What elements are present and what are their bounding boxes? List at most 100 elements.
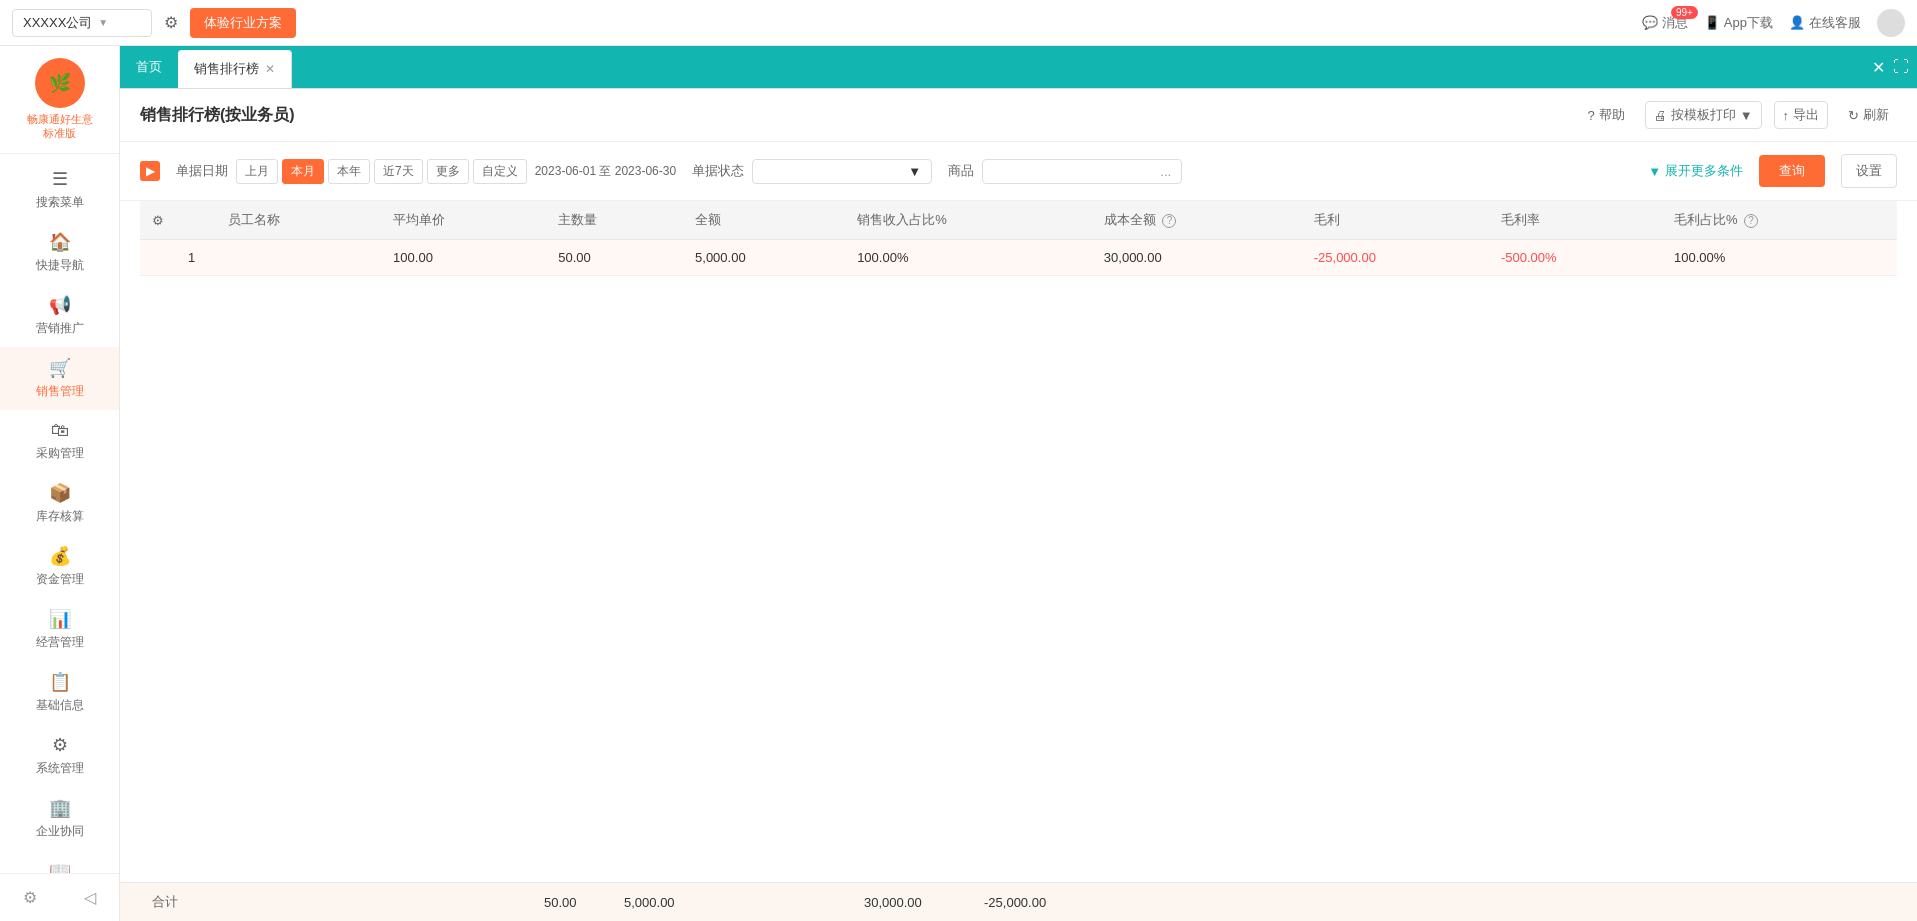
sidebar-item-beginner-guide[interactable]: 📖 新手引导 [0, 850, 119, 873]
sales-mgmt-icon: 🛒 [49, 357, 71, 379]
sidebar-item-inventory[interactable]: 📦 库存核算 [0, 472, 119, 535]
sidebar-label-purchase-mgmt: 采购管理 [36, 445, 84, 462]
date-btn-custom[interactable]: 自定义 [473, 159, 527, 184]
sidebar-item-sys-mgmt[interactable]: ⚙ 系统管理 [0, 724, 119, 787]
online-service-label: 在线客服 [1809, 14, 1861, 32]
settings-icon[interactable]: ⚙ [160, 9, 182, 36]
goods-filter: 商品 ... [948, 159, 1182, 184]
cell-avg-price: 100.00 [381, 240, 546, 276]
sales-rank-table: ⚙ 员工名称 平均单价 主数量 全额 销售收入占比% 成本全额 ? [140, 201, 1897, 276]
sidebar-nav: ☰ 搜索菜单 🏠 快捷导航 📢 营销推广 🛒 销售管理 🛍 采购管理 [0, 154, 119, 873]
print-template-button[interactable]: 🖨 按模板打印 ▼ [1645, 101, 1762, 129]
settings-bottom-icon[interactable]: ⚙ [17, 882, 43, 913]
beginner-guide-icon: 📖 [49, 860, 71, 873]
top-bar: XXXXX公司 ▼ ⚙ 体验行业方案 💬 消息 99+ 📱 App下载 👤 在线… [0, 0, 1917, 46]
th-cost-amount: 成本全额 ? [1092, 201, 1302, 240]
sidebar-item-purchase-mgmt[interactable]: 🛍 采购管理 [0, 410, 119, 472]
date-btn-7days[interactable]: 近7天 [374, 159, 423, 184]
table-footer: 合计 50.00 5,000.00 30,000.00 -25,000.00 [120, 882, 1917, 921]
sidebar-label-sales-mgmt: 销售管理 [36, 383, 84, 400]
expand-toggle-button[interactable]: ▶ [140, 161, 160, 181]
sidebar-label-marketing: 营销推广 [36, 320, 84, 337]
tab-close-icon[interactable]: ✕ [265, 62, 275, 76]
th-emp-name: 员工名称 [216, 201, 381, 240]
trial-button[interactable]: 体验行业方案 [190, 8, 296, 38]
avatar[interactable] [1877, 9, 1905, 37]
filter-bar: ▶ 单据日期 上月 本月 本年 近7天 更多 自定义 [120, 142, 1917, 201]
gross-pct-info-icon[interactable]: ? [1744, 214, 1758, 228]
sidebar: 🌿 畅康通好生意标准版 ☰ 搜索菜单 🏠 快捷导航 📢 营销推广 🛒 [0, 46, 120, 921]
sidebar-item-search-order[interactable]: ☰ 搜索菜单 [0, 158, 119, 221]
tab-close-all-icon[interactable]: ✕ [1872, 58, 1885, 77]
status-label: 单据状态 [692, 162, 744, 180]
tab-bar-right: ✕ ⛶ [1872, 58, 1917, 77]
date-btn-prev-month[interactable]: 上月 [236, 159, 278, 184]
cost-amount-info-icon[interactable]: ? [1162, 214, 1176, 228]
help-button[interactable]: ? 帮助 [1579, 102, 1632, 128]
basic-info-icon: 📋 [49, 671, 71, 693]
collapse-sidebar-icon[interactable]: ◁ [78, 882, 102, 913]
company-name: XXXXX公司 [23, 14, 92, 32]
th-settings: ⚙ [140, 201, 176, 240]
sidebar-item-marketing[interactable]: 📢 营销推广 [0, 284, 119, 347]
table-body: 1 100.00 50.00 5,000.00 100.00% 30,000.0… [140, 240, 1897, 276]
sidebar-item-finance[interactable]: 💰 资金管理 [0, 535, 119, 598]
cell-cost-amount: 30,000.00 [1092, 240, 1302, 276]
sidebar-label-ops-mgmt: 经营管理 [36, 634, 84, 651]
status-select[interactable]: ▼ [752, 159, 932, 184]
refresh-button[interactable]: ↻ 刷新 [1840, 102, 1897, 128]
date-btn-more[interactable]: 更多 [427, 159, 469, 184]
expand-more-button[interactable]: ▼ 展开更多条件 [1648, 162, 1743, 180]
tab-sales-rank[interactable]: 销售排行榜 ✕ [178, 50, 292, 88]
enterprise-collab-icon: 🏢 [49, 797, 71, 819]
footer-cost-amount-val: 30,000.00 [852, 895, 972, 910]
top-right-area: 💬 消息 99+ 📱 App下载 👤 在线客服 [1642, 9, 1905, 37]
online-service-button[interactable]: 👤 在线客服 [1789, 14, 1861, 32]
tab-bar: 首页 销售排行榜 ✕ ✕ ⛶ [120, 46, 1917, 89]
expand-label: 展开更多条件 [1665, 162, 1743, 180]
sidebar-item-sales-mgmt[interactable]: 🛒 销售管理 [0, 347, 119, 410]
cell-settings [140, 240, 176, 276]
tab-home[interactable]: 首页 [120, 48, 178, 86]
message-button[interactable]: 💬 消息 99+ [1642, 14, 1688, 32]
date-btn-this-month[interactable]: 本月 [282, 159, 324, 184]
th-gross-pct: 毛利占比% ? [1662, 201, 1897, 240]
footer-cells: 50.00 5,000.00 30,000.00 -25,000.00 [332, 895, 1885, 910]
date-btn-this-year[interactable]: 本年 [328, 159, 370, 184]
tab-sales-rank-label: 销售排行榜 [194, 60, 259, 78]
sidebar-label-quick-nav: 快捷导航 [36, 257, 84, 274]
service-icon: 👤 [1789, 15, 1805, 30]
goods-select[interactable]: ... [982, 159, 1182, 184]
sidebar-label-basic-info: 基础信息 [36, 697, 84, 714]
footer-label: 合计 [152, 893, 212, 911]
query-button[interactable]: 查询 [1759, 155, 1825, 187]
date-range: 2023-06-01 至 2023-06-30 [535, 163, 676, 180]
export-button[interactable]: ↑ 导出 [1774, 101, 1829, 129]
ops-mgmt-icon: 📊 [49, 608, 71, 630]
sidebar-item-quick-nav[interactable]: 🏠 快捷导航 [0, 221, 119, 284]
th-rank [176, 201, 216, 240]
cell-gross-pct: 100.00% [1662, 240, 1897, 276]
company-selector[interactable]: XXXXX公司 ▼ [12, 9, 152, 37]
finance-icon: 💰 [49, 545, 71, 567]
logo-image: 🌿 [35, 58, 85, 108]
table-settings-button[interactable]: 设置 [1841, 154, 1897, 188]
more-icon[interactable]: ... [1160, 164, 1171, 179]
page-content: 销售排行榜(按业务员) ? 帮助 🖨 按模板打印 ▼ ↑ [120, 89, 1917, 921]
app-download-button[interactable]: 📱 App下载 [1704, 14, 1773, 32]
download-icon: 📱 [1704, 15, 1720, 30]
footer-gross-profit-val: -25,000.00 [972, 895, 1092, 910]
sidebar-item-enterprise-collab[interactable]: 🏢 企业协同 [0, 787, 119, 850]
cell-gross-profit: -25,000.00 [1302, 240, 1489, 276]
status-chevron-icon: ▼ [908, 164, 921, 179]
th-gross-profit: 毛利 [1302, 201, 1489, 240]
message-badge: 99+ [1671, 6, 1698, 19]
sidebar-item-ops-mgmt[interactable]: 📊 经营管理 [0, 598, 119, 661]
expand-conditions: ▼ 展开更多条件 [1648, 162, 1743, 180]
main-area: 🌿 畅康通好生意标准版 ☰ 搜索菜单 🏠 快捷导航 📢 营销推广 🛒 [0, 46, 1917, 921]
filter-row-1: ▶ 单据日期 上月 本月 本年 近7天 更多 自定义 [140, 154, 1897, 188]
tab-home-label: 首页 [136, 58, 162, 76]
tab-maximize-icon[interactable]: ⛶ [1893, 58, 1909, 76]
sidebar-item-basic-info[interactable]: 📋 基础信息 [0, 661, 119, 724]
sidebar-label-search-order: 搜索菜单 [36, 194, 84, 211]
